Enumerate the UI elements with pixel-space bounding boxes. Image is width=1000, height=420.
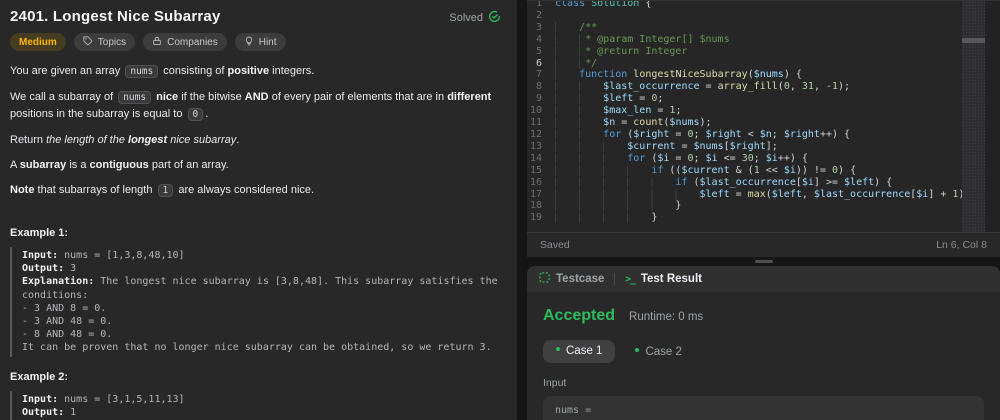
solved-label: Solved (449, 12, 483, 24)
case-1-label: Case 1 (566, 345, 603, 357)
case-2-button[interactable]: Case 2 (635, 345, 682, 358)
line-number: 15 (529, 164, 542, 176)
code-line: 4 * @param Integer[] $nums (527, 33, 962, 46)
code-line: 10 $max_len = 1; (527, 105, 962, 117)
minimap[interactable] (962, 1, 985, 233)
line-number: 17 (529, 188, 542, 200)
case-2-label: Case 2 (645, 345, 682, 358)
minimap-thumb[interactable] (962, 38, 985, 43)
code-editor[interactable]: 1 class Solution {2 3 /** 4 * @param Intege… (527, 0, 1000, 257)
line-number: 18 (529, 200, 542, 212)
problem-panel: 2401. Longest Nice Subarray Solved Mediu… (0, 0, 517, 420)
code-lines: 1 class Solution {2 3 /** 4 * @param Intege… (527, 1, 962, 224)
tab-testcase-label: Testcase (556, 273, 605, 285)
paragraph-2: We call a subarray of nums nice if the b… (10, 91, 492, 121)
problem-description: You are given an array nums consisting o… (10, 63, 509, 420)
input-var-name: nums = (555, 405, 592, 416)
badge-row: Medium Topics Companies Hint (10, 33, 509, 51)
code-line: 18 } (527, 200, 962, 212)
line-number: 8 (535, 81, 542, 93)
topics-label: Topics (97, 36, 127, 48)
editor-scrollbar[interactable] (985, 1, 1000, 233)
runtime-text: Runtime: 0 ms (629, 311, 704, 323)
hint-badge[interactable]: Hint (234, 33, 286, 51)
line-number: 16 (529, 176, 542, 188)
code-line: 11 $n = count($nums); (527, 117, 962, 129)
line-number: 13 (529, 140, 542, 152)
code-line: 13 $current = $nums[$right]; (527, 140, 962, 153)
code-line: 5 * @return Integer (527, 45, 962, 58)
tab-divider (614, 273, 616, 285)
terminal-icon: >_ (625, 273, 636, 285)
resize-grip-icon (754, 260, 773, 263)
testcase-icon (539, 272, 550, 286)
line-number: 5 (535, 45, 542, 57)
hint-label: Hint (258, 36, 277, 48)
saved-status: Saved (540, 239, 570, 251)
paragraph-4: A subarray is a contiguous part of an ar… (10, 159, 229, 171)
code-line: 16 if ($last_occurrence[$i] >= $left) { (527, 176, 962, 189)
code-line: 3 /** (527, 21, 962, 34)
page-title: 2401. Longest Nice Subarray (10, 8, 221, 25)
example-2-block: Input: nums = [3,1,5,11,13]Output: 1Expl… (10, 390, 509, 420)
code-line: 7 function longestNiceSubarray($nums) { (527, 69, 962, 81)
code-line: 2 (527, 10, 962, 22)
paragraph-1: You are given an array nums consisting o… (10, 65, 315, 78)
line-number: 1 (535, 1, 542, 9)
tab-test-result-label: Test Result (640, 273, 702, 285)
input-label: Input (543, 377, 567, 389)
companies-badge[interactable]: Companies (143, 33, 227, 51)
example-2-heading: Example 2: (10, 370, 69, 383)
result-panel: Testcase >_ Test Result Accepted Runtime… (527, 266, 1000, 420)
paragraph-5: Note that subarrays of length 1 are alwa… (10, 184, 315, 197)
tab-testcase[interactable]: Testcase (539, 272, 604, 286)
example-1-heading: Example 1: (10, 227, 69, 239)
tab-test-result[interactable]: >_ Test Result (625, 273, 702, 285)
line-number: 2 (535, 9, 542, 21)
code-line: 1 class Solution { (527, 1, 962, 10)
lightbulb-icon (244, 36, 254, 49)
line-number: 19 (529, 212, 542, 224)
tag-icon (83, 35, 93, 49)
editor-status-bar: Saved Ln 6, Col 8 (527, 232, 1000, 257)
line-number: 7 (535, 69, 542, 81)
line-number: 6 (535, 57, 542, 69)
status-accepted: Accepted (543, 307, 616, 324)
companies-label: Companies (167, 36, 218, 48)
paragraph-3: Return the length of the longest nice su… (10, 134, 240, 146)
cases-row: Case 1 Case 2 (543, 340, 984, 363)
line-number: 12 (529, 128, 542, 140)
code-line: 19 } (527, 212, 962, 224)
line-number: 14 (529, 152, 542, 164)
panel-resize-handle[interactable] (527, 257, 1000, 266)
line-number: 11 (529, 117, 542, 129)
code-line: 9 $left = 0; (527, 93, 962, 105)
code-area[interactable]: 1 class Solution {2 3 /** 4 * @param Intege… (527, 1, 962, 233)
solved-badge: Solved (449, 10, 501, 26)
case-1-passed-dot (556, 347, 560, 351)
input-box[interactable]: nums = [1,3,8,48,10] (543, 396, 984, 420)
code-line: 14 for ($i = 0; $i <= 30; $i++) { (527, 152, 962, 165)
case-1-button[interactable]: Case 1 (543, 340, 616, 363)
result-tab-bar: Testcase >_ Test Result (527, 266, 1000, 292)
case-2-passed-dot (635, 347, 640, 352)
line-number: 9 (535, 93, 542, 105)
code-line: 15 if (($current & (1 << $i)) != 0) { (527, 164, 962, 177)
line-number: 4 (535, 33, 542, 45)
line-number: 10 (529, 105, 542, 117)
code-line: 8 $last_occurrence = array_fill(0, 31, -… (527, 81, 962, 93)
code-line: 12 for ($right = 0; $right < $n; $right+… (527, 128, 962, 141)
topics-badge[interactable]: Topics (73, 33, 136, 51)
difficulty-badge[interactable]: Medium (10, 33, 66, 51)
line-number: 3 (535, 21, 542, 33)
cursor-position: Ln 6, Col 8 (936, 239, 987, 251)
example-1-block: Input: nums = [1,3,8,48,10] Output: 3 Expl… (10, 247, 509, 357)
lock-icon (152, 36, 162, 49)
check-circle-icon (488, 10, 501, 26)
code-line: 6 */ (527, 57, 962, 70)
code-line: 17 $left = max($left, $last_occurrence[$… (527, 188, 962, 201)
